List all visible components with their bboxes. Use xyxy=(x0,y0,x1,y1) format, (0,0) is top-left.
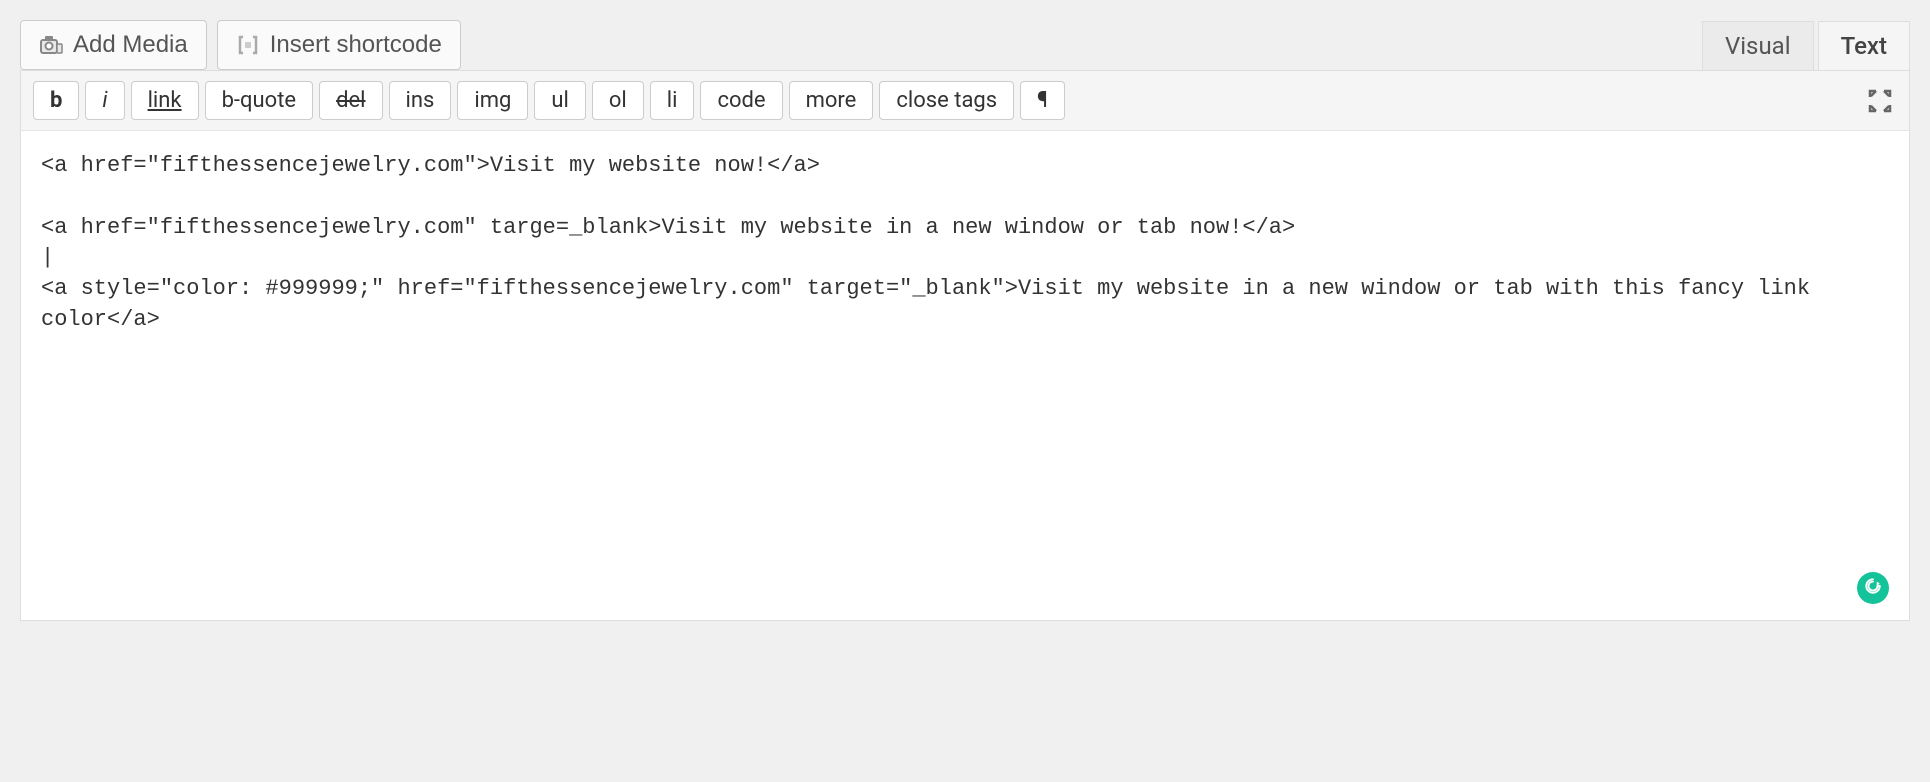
tab-visual[interactable]: Visual xyxy=(1702,21,1814,70)
top-action-buttons: Add Media Insert shortcode xyxy=(20,20,461,70)
tab-text[interactable]: Text xyxy=(1818,21,1910,70)
del-button[interactable]: del xyxy=(319,81,382,120)
insert-shortcode-label: Insert shortcode xyxy=(270,31,442,59)
ol-button[interactable]: ol xyxy=(592,81,644,120)
grammarly-icon xyxy=(1864,577,1882,599)
text-editor[interactable]: <a href="fifthessencejewelry.com">Visit … xyxy=(20,131,1910,621)
italic-button[interactable]: i xyxy=(85,81,124,120)
top-bar: Add Media Insert shortcode Visual Text xyxy=(20,20,1910,70)
add-media-label: Add Media xyxy=(73,31,188,59)
add-media-button[interactable]: Add Media xyxy=(20,20,207,70)
more-button[interactable]: more xyxy=(789,81,874,120)
link-button[interactable]: link xyxy=(131,81,199,120)
ul-button[interactable]: ul xyxy=(534,81,585,120)
toolbar-buttons: b i link b-quote del ins img ul ol li co… xyxy=(33,81,1065,120)
editor-content: <a href="fifthessencejewelry.com">Visit … xyxy=(41,151,1889,336)
bquote-button[interactable]: b-quote xyxy=(205,81,313,120)
img-button[interactable]: img xyxy=(457,81,528,120)
editor-tabs: Visual Text xyxy=(1702,21,1910,70)
camera-icon xyxy=(39,34,63,56)
close-tags-button[interactable]: close tags xyxy=(879,81,1014,120)
li-button[interactable]: li xyxy=(650,81,695,120)
insert-shortcode-button[interactable]: Insert shortcode xyxy=(217,20,461,70)
fullscreen-button[interactable] xyxy=(1863,84,1897,118)
code-button[interactable]: code xyxy=(700,81,782,120)
fullscreen-icon xyxy=(1867,88,1893,114)
grammarly-badge[interactable] xyxy=(1857,572,1889,604)
bold-button[interactable]: b xyxy=(33,81,79,120)
pilcrow-button[interactable]: ¶ xyxy=(1020,81,1065,120)
text-toolbar: b i link b-quote del ins img ul ol li co… xyxy=(20,70,1910,131)
ins-button[interactable]: ins xyxy=(389,81,452,120)
shortcode-icon xyxy=(236,33,260,57)
